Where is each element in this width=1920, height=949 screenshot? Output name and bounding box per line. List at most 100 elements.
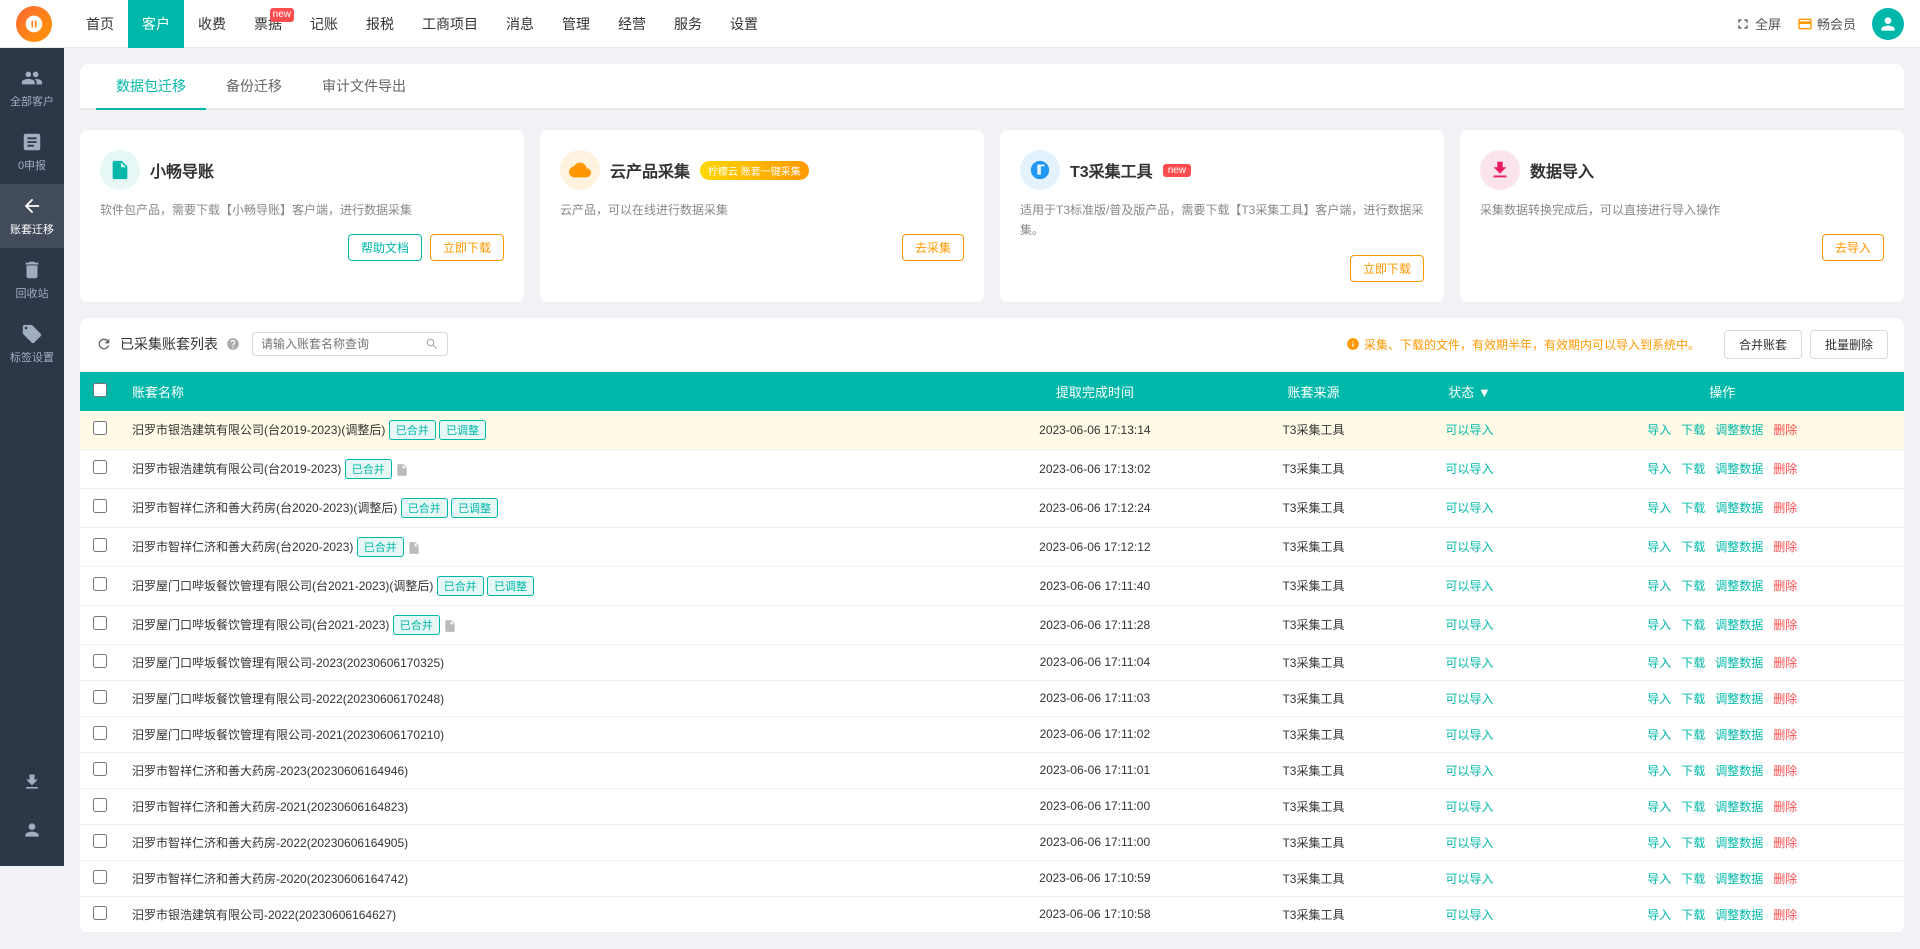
action-删除[interactable]: 删除 [1773,800,1797,814]
nav-item-tax[interactable]: 报税 [352,0,408,48]
nav-item-account[interactable]: 记账 [296,0,352,48]
action-调整数据[interactable]: 调整数据 [1715,462,1763,476]
action-导入[interactable]: 导入 [1647,618,1671,632]
action-下载[interactable]: 下载 [1681,728,1705,742]
action-删除[interactable]: 删除 [1773,764,1797,778]
row-checkbox[interactable] [93,726,107,740]
action-导入[interactable]: 导入 [1647,501,1671,515]
action-删除[interactable]: 删除 [1773,872,1797,886]
action-下载[interactable]: 下载 [1681,872,1705,886]
col-status[interactable]: 状态 ▼ [1398,372,1540,411]
action-导入[interactable]: 导入 [1647,462,1671,476]
action-删除[interactable]: 删除 [1773,656,1797,670]
nav-item-client[interactable]: 客户 [128,0,184,48]
action-导入[interactable]: 导入 [1647,908,1671,922]
action-导入[interactable]: 导入 [1647,692,1671,706]
action-下载[interactable]: 下载 [1681,800,1705,814]
nav-item-biz[interactable]: 工商项目 [408,0,492,48]
action-下载[interactable]: 下载 [1681,423,1705,437]
nav-item-fee[interactable]: 收费 [184,0,240,48]
row-checkbox[interactable] [93,834,107,848]
action-导入[interactable]: 导入 [1647,764,1671,778]
action-删除[interactable]: 删除 [1773,423,1797,437]
download-t3-btn[interactable]: 立即下载 [1350,255,1424,282]
select-all-checkbox[interactable] [93,383,107,397]
action-调整数据[interactable]: 调整数据 [1715,908,1763,922]
action-调整数据[interactable]: 调整数据 [1715,872,1763,886]
row-checkbox[interactable] [93,798,107,812]
sidebar-item-account-migrate[interactable]: 账套迁移 [0,184,64,248]
action-调整数据[interactable]: 调整数据 [1715,836,1763,850]
nav-item-manage[interactable]: 管理 [548,0,604,48]
action-调整数据[interactable]: 调整数据 [1715,423,1763,437]
nav-item-invoice[interactable]: 票据new [240,0,296,48]
nav-item-service[interactable]: 服务 [660,0,716,48]
logo[interactable] [16,6,52,42]
action-导入[interactable]: 导入 [1647,656,1671,670]
sidebar-item-zero-report[interactable]: 0申报 [0,120,64,184]
action-删除[interactable]: 删除 [1773,501,1797,515]
action-下载[interactable]: 下载 [1681,908,1705,922]
action-导入[interactable]: 导入 [1647,836,1671,850]
sidebar-item-recycle[interactable]: 回收站 [0,248,64,312]
action-调整数据[interactable]: 调整数据 [1715,618,1763,632]
nav-item-settings[interactable]: 设置 [716,0,772,48]
nav-item-msg[interactable]: 消息 [492,0,548,48]
action-下载[interactable]: 下载 [1681,618,1705,632]
row-checkbox[interactable] [93,421,107,435]
tab-data-migrate[interactable]: 数据包迁移 [96,64,206,110]
row-checkbox[interactable] [93,499,107,513]
row-checkbox[interactable] [93,460,107,474]
row-checkbox[interactable] [93,577,107,591]
action-删除[interactable]: 删除 [1773,908,1797,922]
refresh-icon[interactable] [96,336,112,352]
search-icon[interactable] [425,337,439,351]
sidebar-download-btn[interactable] [12,762,52,802]
action-导入[interactable]: 导入 [1647,800,1671,814]
action-删除[interactable]: 删除 [1773,462,1797,476]
row-checkbox[interactable] [93,690,107,704]
sidebar-item-label-setting[interactable]: 标签设置 [0,312,64,376]
action-导入[interactable]: 导入 [1647,540,1671,554]
action-调整数据[interactable]: 调整数据 [1715,764,1763,778]
download-now-btn[interactable]: 立即下载 [430,234,504,261]
action-删除[interactable]: 删除 [1773,692,1797,706]
action-调整数据[interactable]: 调整数据 [1715,540,1763,554]
go-collect-btn[interactable]: 去采集 [902,234,964,261]
row-checkbox[interactable] [93,654,107,668]
action-删除[interactable]: 删除 [1773,579,1797,593]
action-删除[interactable]: 删除 [1773,728,1797,742]
row-checkbox[interactable] [93,906,107,920]
row-checkbox[interactable] [93,616,107,630]
action-调整数据[interactable]: 调整数据 [1715,656,1763,670]
action-删除[interactable]: 删除 [1773,540,1797,554]
action-导入[interactable]: 导入 [1647,728,1671,742]
action-下载[interactable]: 下载 [1681,692,1705,706]
tab-backup-migrate[interactable]: 备份迁移 [206,64,302,110]
batch-delete-btn[interactable]: 批量删除 [1810,330,1888,359]
action-导入[interactable]: 导入 [1647,579,1671,593]
action-下载[interactable]: 下载 [1681,540,1705,554]
action-下载[interactable]: 下载 [1681,656,1705,670]
fullscreen-btn[interactable]: 全屏 [1735,14,1781,33]
action-调整数据[interactable]: 调整数据 [1715,501,1763,515]
row-checkbox[interactable] [93,762,107,776]
action-导入[interactable]: 导入 [1647,872,1671,886]
action-删除[interactable]: 删除 [1773,836,1797,850]
action-下载[interactable]: 下载 [1681,462,1705,476]
avatar[interactable] [1872,8,1904,40]
nav-item-operation[interactable]: 经营 [604,0,660,48]
action-删除[interactable]: 删除 [1773,618,1797,632]
help-doc-btn[interactable]: 帮助文档 [348,234,422,261]
action-导入[interactable]: 导入 [1647,423,1671,437]
action-下载[interactable]: 下载 [1681,836,1705,850]
go-import-btn[interactable]: 去导入 [1822,234,1884,261]
action-调整数据[interactable]: 调整数据 [1715,579,1763,593]
nav-item-home[interactable]: 首页 [72,0,128,48]
row-checkbox[interactable] [93,870,107,884]
sidebar-item-all-clients[interactable]: 全部客户 [0,56,64,120]
merge-accounts-btn[interactable]: 合并账套 [1724,330,1802,359]
help-icon[interactable] [226,337,240,351]
action-下载[interactable]: 下载 [1681,764,1705,778]
action-下载[interactable]: 下载 [1681,501,1705,515]
